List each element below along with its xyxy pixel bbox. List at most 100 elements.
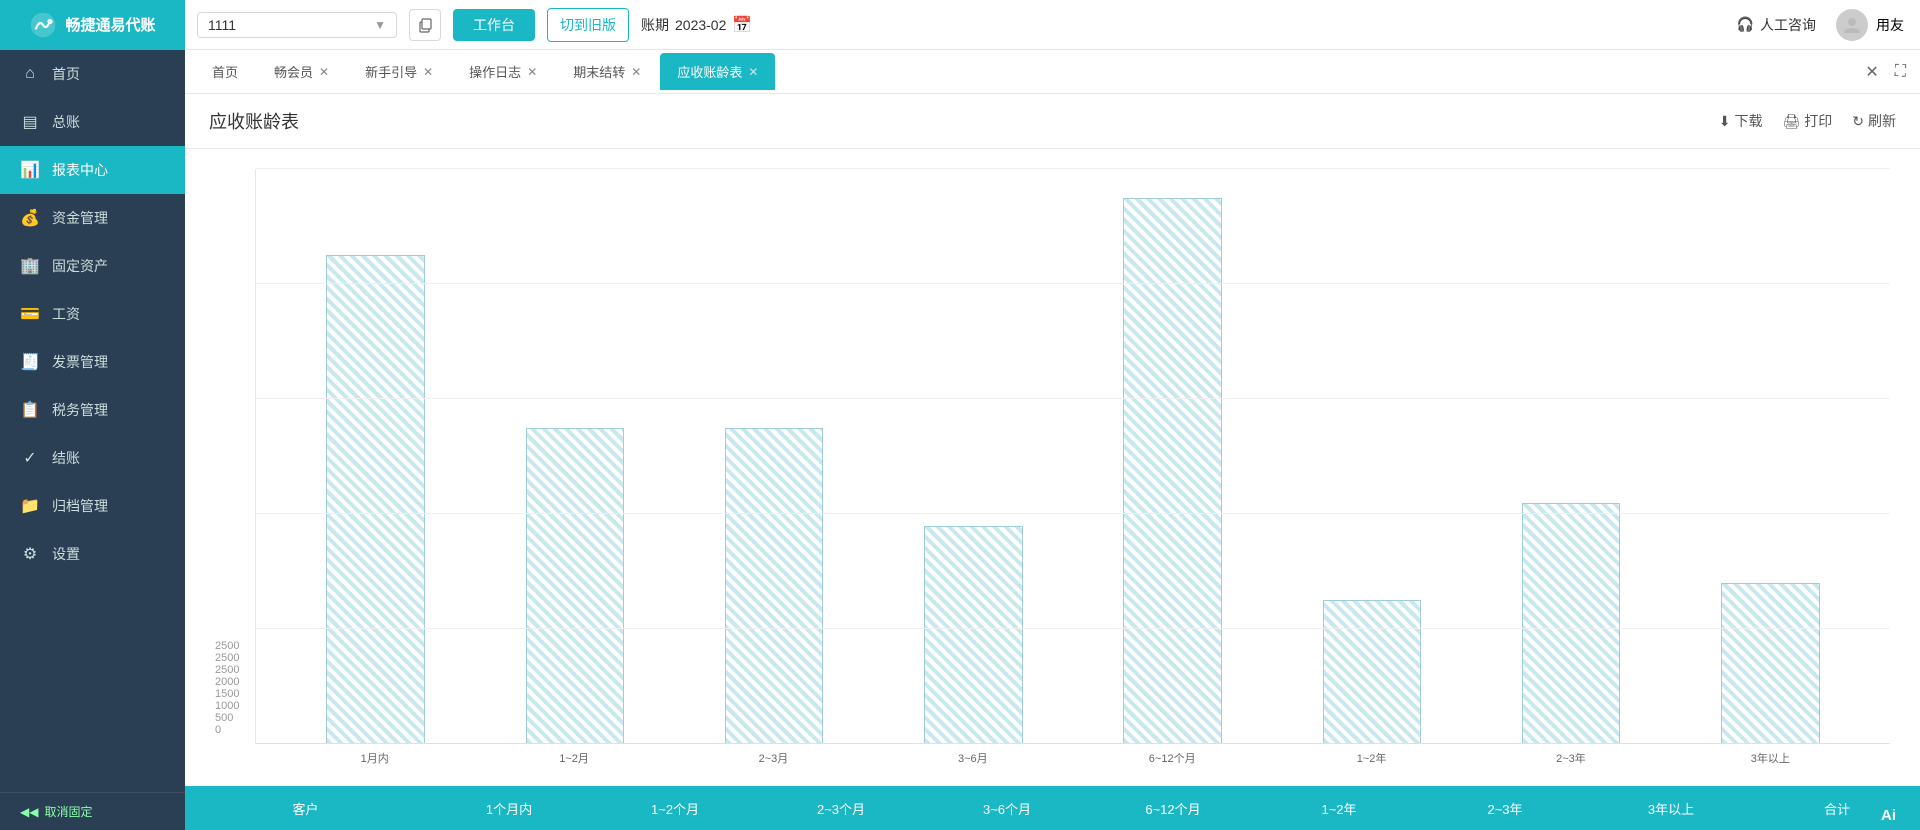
sidebar-label-reports: 报表中心	[52, 160, 108, 180]
sidebar-item-salary[interactable]: 💳 工资	[0, 290, 185, 338]
grid-line-3	[256, 398, 1890, 399]
sidebar-item-ledger[interactable]: ▤ 总账	[0, 98, 185, 146]
tab-period-end[interactable]: 期末结转 ✕	[556, 53, 658, 90]
table-col-5: 6~12个月	[1090, 799, 1256, 818]
expand-button[interactable]: ⛶	[1891, 59, 1910, 85]
content-area: 首页畅会员 ✕新手引导 ✕操作日志 ✕期末结转 ✕应收账龄表 ✕ ✕ ⛶ 应收账…	[185, 50, 1920, 830]
calendar-icon[interactable]: 📅	[732, 15, 752, 35]
sidebar-label-ledger: 总账	[52, 112, 80, 132]
x-axis-label: 1~2月	[484, 744, 663, 766]
y-axis-label: 1000	[215, 700, 245, 712]
x-axis-label: 2~3年	[1481, 744, 1660, 766]
sidebar-label-home: 首页	[52, 64, 80, 84]
tab-label-oplog: 操作日志	[469, 62, 521, 81]
tab-vip[interactable]: 畅会员 ✕	[257, 53, 346, 90]
bar	[1323, 600, 1422, 744]
bar-group	[884, 169, 1063, 744]
y-axis-label: 0	[215, 724, 245, 736]
ai-badge[interactable]: Ai	[1857, 801, 1920, 830]
tab-close-period-end[interactable]: ✕	[631, 65, 641, 79]
sidebar-item-assets[interactable]: 🏢 固定资产	[0, 242, 185, 290]
copy-icon	[417, 17, 433, 33]
settings-icon: ⚙	[20, 544, 40, 564]
close-tab-button[interactable]: ✕	[1861, 58, 1882, 86]
unpin-label: 取消固定	[44, 803, 92, 820]
chart-body: 1月内1~2月2~3月3~6月6~12个月1~2年2~3年3年以上	[255, 169, 1890, 766]
tab-close-aging[interactable]: ✕	[748, 65, 758, 79]
sidebar-label-funds: 资金管理	[52, 208, 108, 228]
sidebar-item-archive[interactable]: 📁 归档管理	[0, 482, 185, 530]
x-axis-label: 3年以上	[1681, 744, 1860, 766]
consult-button[interactable]: 🎧 人工咨询	[1737, 15, 1816, 35]
tab-home[interactable]: 首页	[195, 53, 255, 90]
switch-old-button[interactable]: 切到旧版	[547, 8, 629, 42]
sidebar-item-settings[interactable]: ⚙ 设置	[0, 530, 185, 578]
refresh-button[interactable]: ↻ 刷新	[1852, 111, 1896, 131]
period-area: 账期 2023-02 📅	[641, 15, 752, 35]
ledger-icon: ▤	[20, 112, 40, 132]
company-selector[interactable]: 1111 ▼	[197, 12, 397, 38]
tab-oplog[interactable]: 操作日志 ✕	[452, 53, 554, 90]
bar-group	[685, 169, 864, 744]
bar	[326, 255, 425, 744]
bars-row	[256, 169, 1890, 744]
workbench-button[interactable]: 工作台	[453, 9, 535, 41]
refresh-icon: ↻	[1852, 113, 1864, 130]
sidebar-item-home[interactable]: ⌂ 首页	[0, 50, 185, 98]
sidebar-item-checkout[interactable]: ✓ 结账	[0, 434, 185, 482]
user-area[interactable]: 用友	[1836, 9, 1904, 41]
period-value: 2023-02	[675, 17, 726, 33]
x-axis-label: 6~12个月	[1083, 744, 1262, 766]
grid-line-1	[256, 628, 1890, 629]
tab-close-guide[interactable]: ✕	[423, 65, 433, 79]
top-header: 畅捷通易代账 1111 ▼ 工作台 切到旧版 账期 2023-02 📅 🎧 人工…	[0, 0, 1920, 50]
tax-icon: 📋	[20, 400, 40, 420]
chart-wrapper: 0500100015002000250025002500	[215, 169, 1890, 766]
table-header: 客户1个月内1~2个月2~3个月3~6个月6~12个月1~2年2~3年3年以上合…	[185, 786, 1920, 830]
sidebar-label-invoice: 发票管理	[52, 352, 108, 372]
bar-group	[1083, 169, 1262, 744]
home-icon: ⌂	[20, 65, 40, 83]
x-axis-label: 3~6月	[883, 744, 1062, 766]
sidebar-item-tax[interactable]: 📋 税务管理	[0, 386, 185, 434]
copy-button[interactable]	[409, 9, 441, 41]
tab-aging[interactable]: 应收账龄表 ✕	[660, 53, 775, 90]
download-button[interactable]: ⬇ 下载	[1719, 111, 1763, 131]
logo-icon	[29, 11, 57, 39]
tab-label-guide: 新手引导	[365, 62, 417, 81]
sidebar-footer[interactable]: ◀◀ 取消固定	[0, 792, 185, 830]
user-icon	[1842, 15, 1862, 35]
sidebar-item-invoice[interactable]: 🧾 发票管理	[0, 338, 185, 386]
table-col-7: 2~3年	[1422, 799, 1588, 818]
table-col-1: 1个月内	[426, 799, 592, 818]
page-actions: ⬇ 下载 🖨 打印 ↻ 刷新	[1719, 111, 1896, 131]
tab-close-vip[interactable]: ✕	[319, 65, 329, 79]
headset-icon: 🎧	[1737, 16, 1754, 33]
sidebar-label-tax: 税务管理	[52, 400, 108, 420]
tabs-container: 首页畅会员 ✕新手引导 ✕操作日志 ✕期末结转 ✕应收账龄表 ✕	[195, 53, 775, 90]
y-axis-label: 1500	[215, 688, 245, 700]
archive-icon: 📁	[20, 496, 40, 516]
sidebar-item-reports[interactable]: 📊 报表中心	[0, 146, 185, 194]
sidebar-label-settings: 设置	[52, 544, 80, 564]
bar	[1522, 503, 1621, 745]
y-axis: 0500100015002000250025002500	[215, 640, 255, 766]
bar-group	[286, 169, 465, 744]
download-label: 下载	[1734, 111, 1762, 131]
tab-label-period-end: 期末结转	[573, 62, 625, 81]
tab-guide[interactable]: 新手引导 ✕	[348, 53, 450, 90]
table-col-8: 3年以上	[1588, 799, 1754, 818]
tabs-actions: ✕ ⛶	[1861, 58, 1910, 86]
consult-label: 人工咨询	[1760, 15, 1816, 35]
sidebar-item-funds[interactable]: 💰 资金管理	[0, 194, 185, 242]
download-icon: ⬇	[1719, 113, 1731, 130]
sidebar-label-assets: 固定资产	[52, 256, 108, 276]
grid-line-5	[256, 168, 1890, 169]
table-col-4: 3~6个月	[924, 799, 1090, 818]
tabs-bar: 首页畅会员 ✕新手引导 ✕操作日志 ✕期末结转 ✕应收账龄表 ✕ ✕ ⛶	[185, 50, 1920, 94]
y-axis-label: 2000	[215, 676, 245, 688]
reports-icon: 📊	[20, 160, 40, 180]
tab-close-oplog[interactable]: ✕	[527, 65, 537, 79]
print-button[interactable]: 🖨 打印	[1782, 111, 1832, 131]
bar-group	[1482, 169, 1661, 744]
